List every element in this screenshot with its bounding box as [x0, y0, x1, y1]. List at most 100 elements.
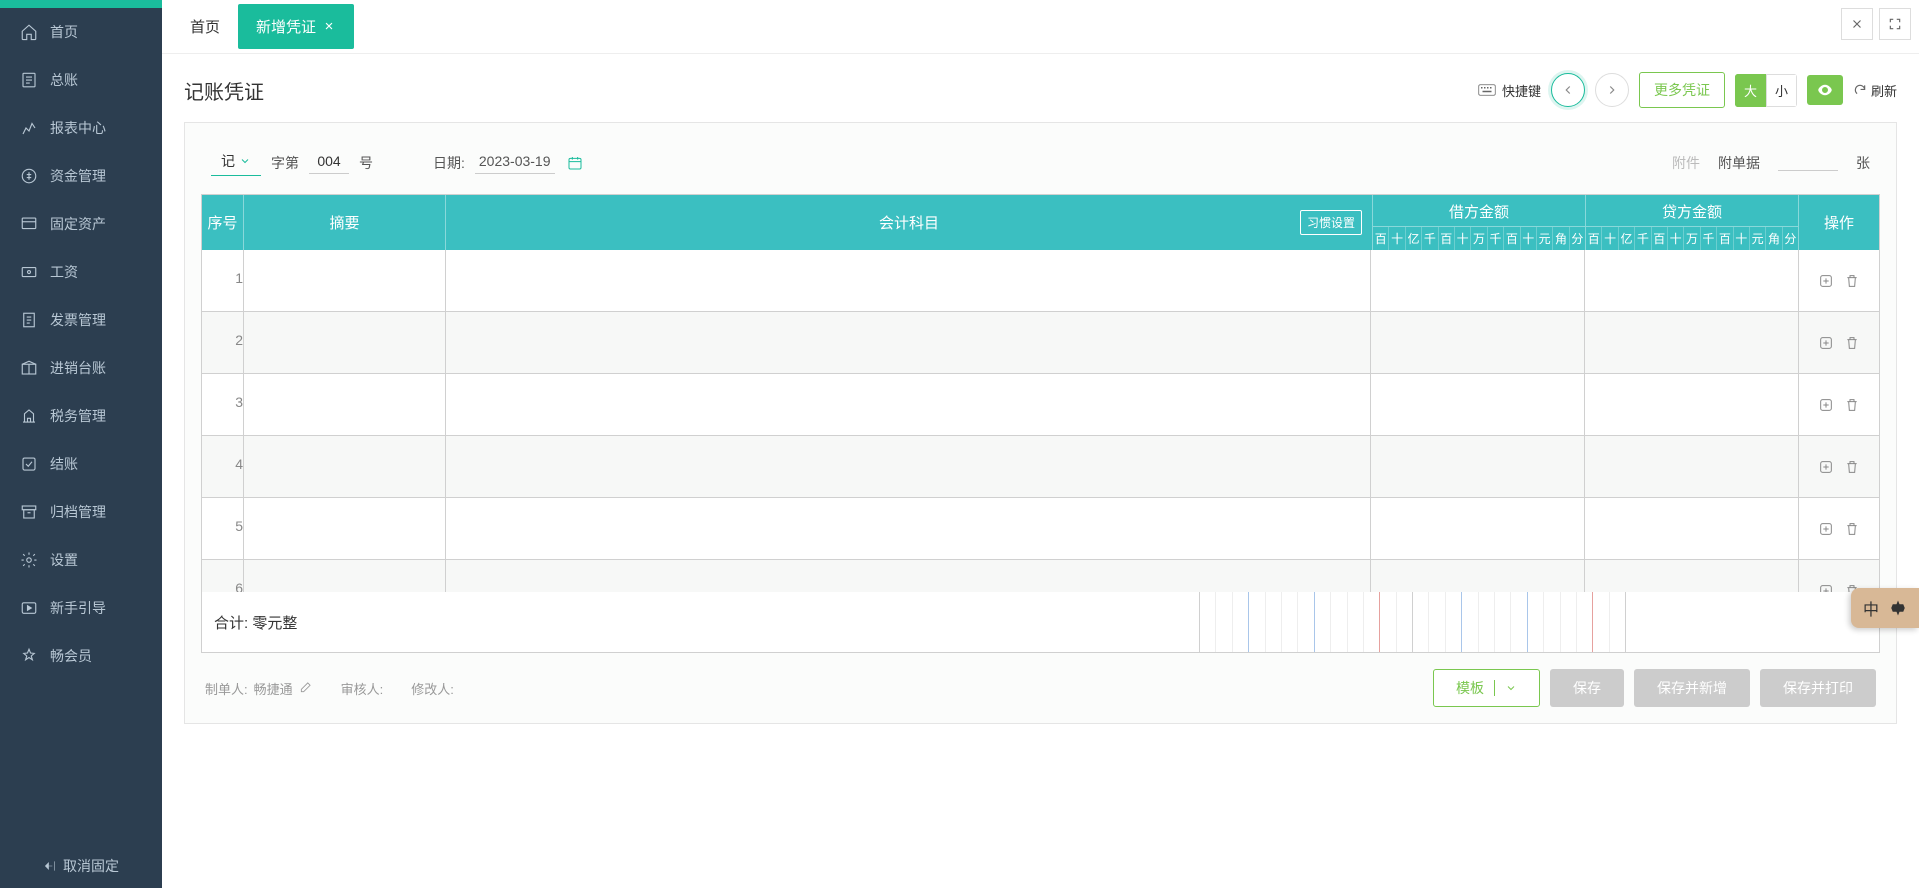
subject-cell[interactable] [446, 560, 1371, 592]
settings-icon [20, 551, 38, 569]
calendar-icon[interactable] [567, 155, 583, 171]
creator-label: 制单人: [205, 679, 248, 698]
sidebar-item-archive[interactable]: 归档管理 [0, 488, 162, 536]
sidebar-item-inventory[interactable]: 进销台账 [0, 344, 162, 392]
add-row-icon[interactable] [1818, 459, 1834, 475]
prev-voucher-button[interactable] [1551, 73, 1585, 107]
voucher-number-input[interactable]: 004 [309, 151, 349, 174]
close-icon [20, 455, 38, 473]
delete-row-icon[interactable] [1844, 521, 1860, 537]
sidebar-item-label: 报表中心 [50, 118, 106, 138]
debit-cell[interactable] [1371, 560, 1585, 592]
sidebar-item-fund[interactable]: 资金管理 [0, 152, 162, 200]
more-vouchers-button[interactable]: 更多凭证 [1639, 72, 1725, 108]
preview-button[interactable] [1807, 75, 1843, 105]
row-seq: 3 [202, 374, 244, 435]
summary-cell [244, 436, 446, 497]
sidebar-item-home[interactable]: 首页 [0, 8, 162, 56]
voucher-date-label: 日期: [433, 153, 465, 173]
habit-settings-button[interactable]: 习惯设置 [1300, 210, 1362, 235]
tab-new-voucher[interactable]: 新增凭证 [238, 4, 354, 49]
add-row-icon[interactable] [1818, 397, 1834, 413]
next-voucher-button[interactable] [1595, 73, 1629, 107]
add-row-icon[interactable] [1818, 521, 1834, 537]
debit-cell[interactable] [1371, 374, 1585, 435]
size-large[interactable]: 大 [1735, 74, 1766, 107]
sidebar-item-close[interactable]: 结账 [0, 440, 162, 488]
credit-cell[interactable] [1585, 374, 1799, 435]
debit-cell[interactable] [1371, 436, 1585, 497]
save-print-button[interactable]: 保存并打印 [1760, 669, 1876, 707]
sidebar: 首页总账报表中心资金管理固定资产工资发票管理进销台账税务管理结账归档管理设置新手… [0, 0, 162, 888]
report-icon [20, 119, 38, 137]
summary-input[interactable] [248, 316, 441, 369]
credit-cell[interactable] [1585, 250, 1799, 311]
sidebar-item-tax[interactable]: 税务管理 [0, 392, 162, 440]
credit-cell[interactable] [1585, 436, 1799, 497]
delete-row-icon[interactable] [1844, 335, 1860, 351]
credit-cell[interactable] [1585, 312, 1799, 373]
home-icon [20, 23, 38, 41]
debit-cell[interactable] [1371, 250, 1585, 311]
guide-icon [20, 599, 38, 617]
save-button[interactable]: 保存 [1550, 669, 1624, 707]
subject-cell[interactable] [446, 374, 1371, 435]
th-ops: 操作 [1799, 195, 1879, 250]
sheets-input[interactable] [1778, 155, 1838, 171]
summary-input[interactable] [248, 254, 441, 307]
summary-cell [244, 250, 446, 311]
subject-cell[interactable] [446, 250, 1371, 311]
shortcut-keys[interactable]: 快捷键 [1478, 81, 1541, 100]
sidebar-item-guide[interactable]: 新手引导 [0, 584, 162, 632]
summary-input[interactable] [248, 502, 441, 555]
close-icon[interactable] [322, 20, 336, 34]
sidebar-unpin[interactable]: 取消固定 [0, 844, 162, 888]
add-row-icon[interactable] [1818, 583, 1834, 593]
summary-input[interactable] [248, 440, 441, 493]
ime-indicator[interactable]: 中 [1851, 588, 1919, 628]
subject-cell[interactable] [446, 436, 1371, 497]
tab-bar: 首页 新增凭证 [162, 0, 1919, 54]
summary-input[interactable] [248, 564, 441, 592]
save-new-button[interactable]: 保存并新增 [1634, 669, 1750, 707]
voucher-type-select[interactable]: 记 [211, 149, 261, 176]
sidebar-item-invoice[interactable]: 发票管理 [0, 296, 162, 344]
sidebar-item-ledger[interactable]: 总账 [0, 56, 162, 104]
tab-home[interactable]: 首页 [172, 4, 238, 49]
subject-cell[interactable] [446, 312, 1371, 373]
sidebar-item-settings[interactable]: 设置 [0, 536, 162, 584]
template-button[interactable]: 模板 [1433, 669, 1540, 707]
page-header: 记账凭证 快捷键 更多凭证 大 小 [162, 54, 1919, 122]
fund-icon [20, 167, 38, 185]
add-row-icon[interactable] [1818, 273, 1834, 289]
sidebar-item-label: 进销台账 [50, 358, 106, 378]
delete-row-icon[interactable] [1844, 459, 1860, 475]
sidebar-item-salary[interactable]: 工资 [0, 248, 162, 296]
row-ops [1799, 436, 1879, 497]
debit-cell[interactable] [1371, 312, 1585, 373]
sidebar-item-label: 结账 [50, 454, 78, 474]
add-row-icon[interactable] [1818, 335, 1834, 351]
delete-row-icon[interactable] [1844, 273, 1860, 289]
credit-cell[interactable] [1585, 498, 1799, 559]
sidebar-item-label: 首页 [50, 22, 78, 42]
debit-cell[interactable] [1371, 498, 1585, 559]
sidebar-item-asset[interactable]: 固定资产 [0, 200, 162, 248]
delete-row-icon[interactable] [1844, 397, 1860, 413]
fullscreen-icon[interactable] [1879, 8, 1911, 40]
th-debit: 借方金额 百十亿千百十万千百十元角分 [1373, 195, 1586, 250]
voucher-date-input[interactable]: 2023-03-19 [475, 151, 555, 174]
close-all-icon[interactable] [1841, 8, 1873, 40]
ledger-icon [20, 71, 38, 89]
summary-cell [244, 498, 446, 559]
edit-icon[interactable] [299, 680, 313, 697]
subject-cell[interactable] [446, 498, 1371, 559]
credit-cell[interactable] [1585, 560, 1799, 592]
sidebar-item-report[interactable]: 报表中心 [0, 104, 162, 152]
sidebar-item-member[interactable]: 畅会员 [0, 632, 162, 680]
table-row: 2 [202, 312, 1879, 374]
summary-input[interactable] [248, 378, 441, 431]
refresh-button[interactable]: 刷新 [1853, 81, 1897, 100]
size-small[interactable]: 小 [1766, 74, 1797, 107]
table-row: 1 [202, 250, 1879, 312]
